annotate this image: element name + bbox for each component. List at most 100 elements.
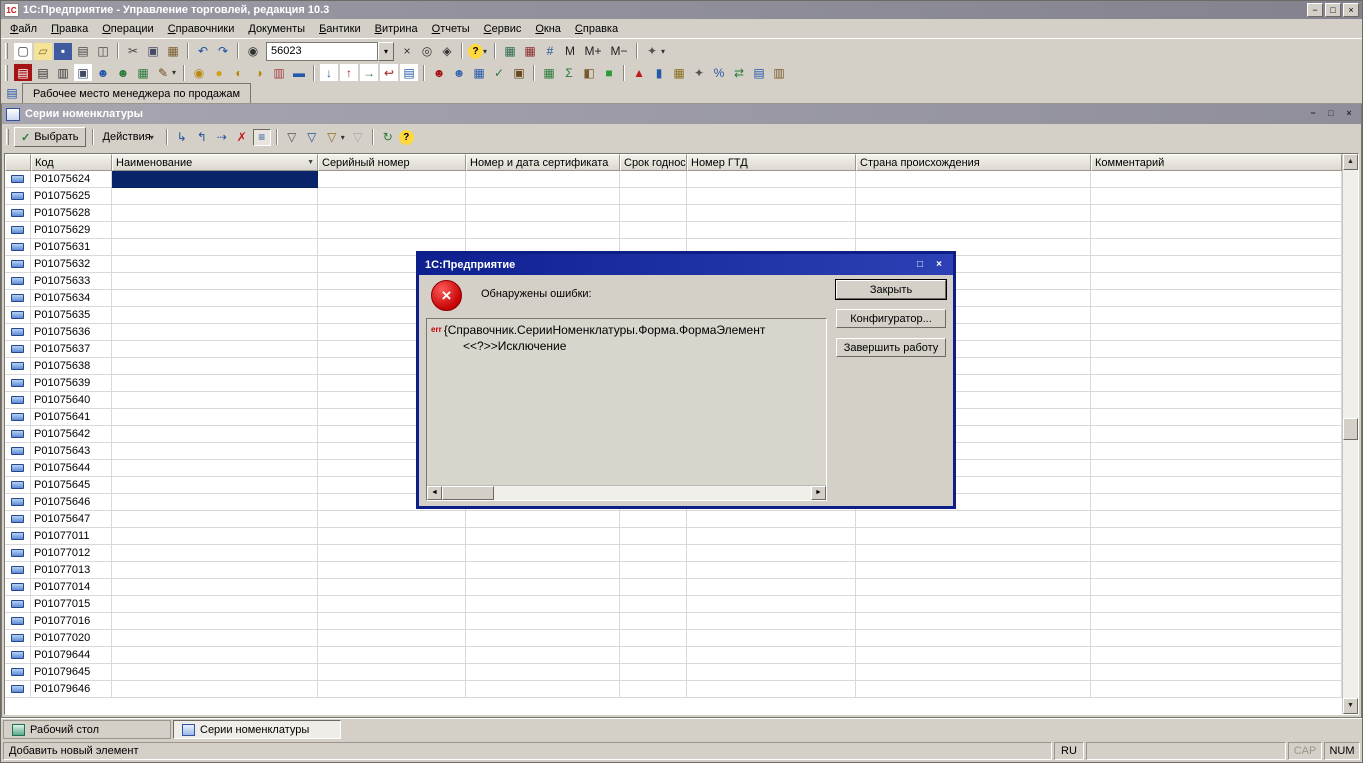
doc-transfer-icon[interactable]: → bbox=[360, 64, 379, 81]
menu-item-документы[interactable]: Документы bbox=[241, 20, 312, 38]
settings-tools-icon-dropdown[interactable]: ▾ bbox=[661, 47, 665, 56]
table-cell[interactable]: P01077013 bbox=[31, 562, 112, 579]
doc-out-arrow-icon[interactable]: ↑ bbox=[340, 64, 359, 81]
table-cell[interactable] bbox=[466, 188, 620, 205]
table-cell[interactable] bbox=[620, 511, 687, 528]
table-cell[interactable] bbox=[856, 579, 1091, 596]
memory-m-plus-icon[interactable]: М+ bbox=[581, 43, 605, 60]
table-cell[interactable] bbox=[1091, 273, 1342, 290]
table-cell[interactable]: P01077014 bbox=[31, 579, 112, 596]
print-preview-icon[interactable]: ◫ bbox=[94, 43, 112, 60]
help-icon[interactable]: ? bbox=[468, 43, 483, 59]
table-cell[interactable] bbox=[112, 392, 318, 409]
doc-in-arrow-icon[interactable]: ↓ bbox=[320, 64, 339, 81]
column-header-7[interactable]: Страна происхождения bbox=[856, 154, 1091, 171]
window-restore-button[interactable]: □ bbox=[1323, 107, 1339, 121]
table-cell[interactable] bbox=[466, 630, 620, 647]
cash-out-icon[interactable]: ◑ bbox=[250, 64, 268, 81]
menu-item-операции[interactable]: Операции bbox=[95, 20, 160, 38]
settings-tools-icon[interactable]: ✦ bbox=[643, 43, 661, 60]
table-cell[interactable] bbox=[112, 596, 318, 613]
table-cell[interactable] bbox=[112, 460, 318, 477]
menu-item-справочники[interactable]: Справочники bbox=[161, 20, 242, 38]
table-cell[interactable] bbox=[466, 681, 620, 698]
paste-icon[interactable]: ▦ bbox=[164, 43, 182, 60]
table-cell[interactable] bbox=[1091, 409, 1342, 426]
table-sum-icon[interactable]: Σ bbox=[560, 64, 578, 81]
table-cell[interactable] bbox=[620, 664, 687, 681]
table-cell[interactable] bbox=[620, 630, 687, 647]
edit-pencil-icon[interactable]: ✎ bbox=[154, 64, 172, 81]
table-cell[interactable] bbox=[112, 511, 318, 528]
report-percent-icon[interactable]: % bbox=[710, 64, 728, 81]
minimize-button[interactable]: − bbox=[1307, 3, 1323, 17]
vertical-scroll-track[interactable] bbox=[1343, 170, 1358, 698]
table-cell[interactable]: P01075633 bbox=[31, 273, 112, 290]
table-cell[interactable]: P01075629 bbox=[31, 222, 112, 239]
table-cell[interactable]: P01075645 bbox=[31, 477, 112, 494]
table-cell[interactable] bbox=[466, 613, 620, 630]
table-cell[interactable] bbox=[112, 562, 318, 579]
table-cell[interactable] bbox=[112, 341, 318, 358]
table-cell[interactable] bbox=[687, 222, 856, 239]
table-cell[interactable]: P01075642 bbox=[31, 426, 112, 443]
table-cell[interactable] bbox=[112, 375, 318, 392]
table-cell[interactable] bbox=[112, 239, 318, 256]
move-to-group-icon[interactable]: ⇢ bbox=[213, 129, 231, 146]
dialog-close-button[interactable]: Закрыть bbox=[836, 280, 946, 299]
menu-item-окна[interactable]: Окна bbox=[528, 20, 568, 38]
table-cell[interactable] bbox=[466, 596, 620, 613]
doc-check-icon[interactable]: ✓ bbox=[490, 64, 508, 81]
toolbar-grip[interactable] bbox=[5, 43, 8, 59]
dialog-shutdown-button[interactable]: Завершить работу bbox=[836, 338, 946, 357]
table-cell[interactable] bbox=[856, 596, 1091, 613]
table-cell[interactable] bbox=[687, 205, 856, 222]
table-cell[interactable]: P01077020 bbox=[31, 630, 112, 647]
data-exchange-icon[interactable]: ⇄ bbox=[730, 64, 748, 81]
table-cell[interactable] bbox=[687, 579, 856, 596]
scroll-up-icon[interactable]: ▲ bbox=[1343, 154, 1358, 170]
printer-doc-icon[interactable]: ▥ bbox=[54, 64, 72, 81]
table-cell[interactable] bbox=[1091, 375, 1342, 392]
table-cell[interactable] bbox=[1091, 256, 1342, 273]
table-cell[interactable] bbox=[687, 545, 856, 562]
table-cell[interactable] bbox=[112, 647, 318, 664]
table-cell[interactable] bbox=[687, 596, 856, 613]
table-cell[interactable]: P01075625 bbox=[31, 188, 112, 205]
table-cell[interactable] bbox=[620, 579, 687, 596]
column-header-3[interactable]: Серийный номер bbox=[318, 154, 466, 171]
table-cell[interactable] bbox=[856, 613, 1091, 630]
table-cell[interactable] bbox=[112, 545, 318, 562]
find-next-icon[interactable]: ◎ bbox=[418, 43, 436, 60]
table-cell[interactable] bbox=[687, 681, 856, 698]
scroll-down-icon[interactable]: ▼ bbox=[1343, 698, 1358, 714]
table-cell[interactable] bbox=[318, 188, 466, 205]
table-cell[interactable] bbox=[687, 562, 856, 579]
table-cell[interactable] bbox=[466, 511, 620, 528]
close-group-icon[interactable]: ↰ bbox=[193, 129, 211, 146]
table-cell[interactable]: P01075646 bbox=[31, 494, 112, 511]
column-header-icon[interactable] bbox=[5, 154, 31, 171]
items-table-icon[interactable]: ▦ bbox=[134, 64, 152, 81]
table-cell[interactable] bbox=[1091, 579, 1342, 596]
table-green-icon[interactable]: ▦ bbox=[540, 64, 558, 81]
table-cell[interactable] bbox=[112, 528, 318, 545]
vertical-scrollbar[interactable]: ▲ ▼ bbox=[1342, 154, 1358, 714]
doc-stack-icon[interactable]: ▣ bbox=[510, 64, 528, 81]
table-cell[interactable] bbox=[1091, 511, 1342, 528]
toolbar-grip[interactable] bbox=[5, 64, 8, 81]
table-cell[interactable] bbox=[620, 545, 687, 562]
menu-item-файл[interactable]: Файл bbox=[3, 20, 44, 38]
table-cell[interactable]: P01075643 bbox=[31, 443, 112, 460]
table-cell[interactable]: P01077012 bbox=[31, 545, 112, 562]
table-grid-icon[interactable]: ▦ bbox=[501, 43, 519, 60]
table-cell[interactable] bbox=[112, 307, 318, 324]
table-cell[interactable] bbox=[856, 681, 1091, 698]
table-cell[interactable] bbox=[466, 579, 620, 596]
table-cell[interactable] bbox=[1091, 562, 1342, 579]
print-icon[interactable]: ▤ bbox=[74, 43, 92, 60]
table-cell[interactable] bbox=[112, 443, 318, 460]
column-header-6[interactable]: Номер ГТД bbox=[687, 154, 856, 171]
save-icon[interactable]: ▪ bbox=[54, 42, 72, 60]
horizontal-scroll-thumb[interactable] bbox=[442, 486, 494, 500]
